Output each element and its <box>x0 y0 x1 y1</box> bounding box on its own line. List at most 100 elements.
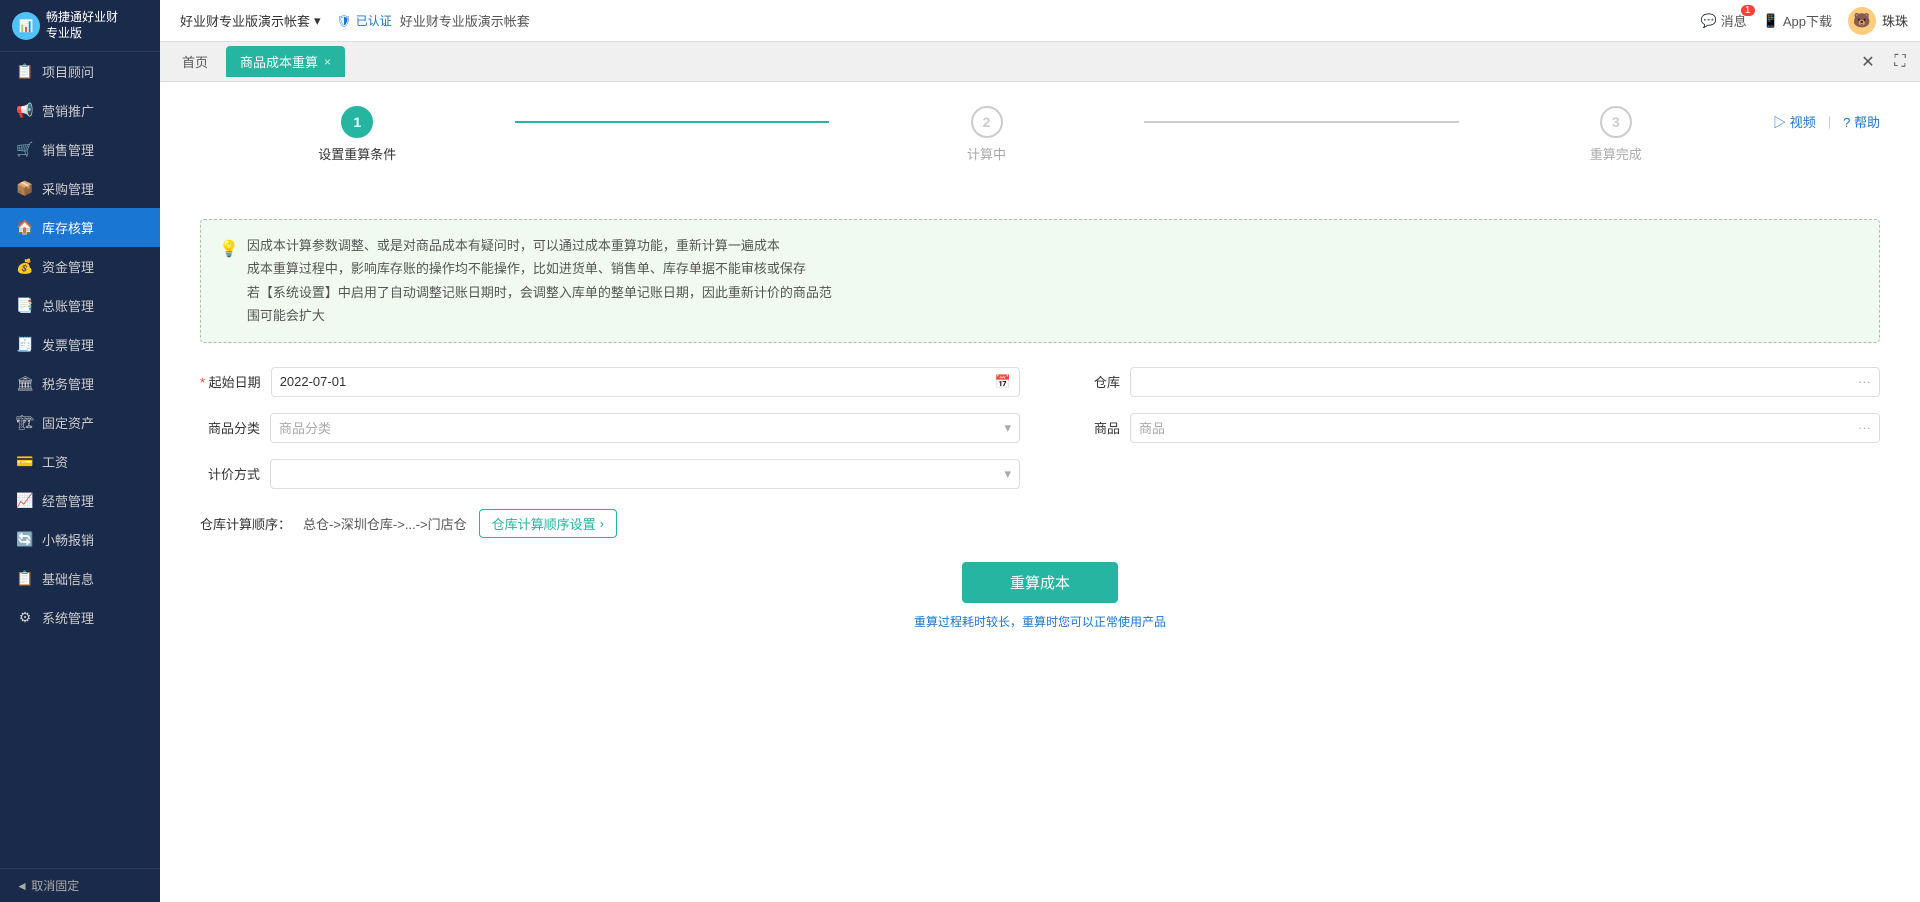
sidebar-item-expense[interactable]: 🔄 小畅报销 <box>0 520 160 559</box>
logo-icon: 📊 <box>12 12 40 40</box>
video-link[interactable]: ▷ 视频 <box>1773 112 1816 131</box>
calendar-icon[interactable]: 📅 <box>995 374 1011 390</box>
sidebar-item-marketing[interactable]: 📢 营销推广 <box>0 91 160 130</box>
goods-row: 商品 商品 ··· <box>1060 413 1880 443</box>
tab-home[interactable]: 首页 <box>168 46 222 77</box>
sidebar-pin-toggle[interactable]: ◄ 取消固定 <box>0 868 160 902</box>
topbar-right: 💬 消息 1 📱 App下载 🐻 珠珠 <box>1700 7 1908 35</box>
sidebar-item-finance[interactable]: 💰 资金管理 <box>0 247 160 286</box>
info-text: 因成本计算参数调整、或是对商品成本有疑问时，可以通过成本重算功能，重新计算一遍成… <box>247 234 832 328</box>
warehouse-row: 仓库 ··· <box>1060 367 1880 397</box>
ellipsis-icon: ··· <box>1858 420 1871 435</box>
message-badge: 1 <box>1741 5 1755 16</box>
steps: 1 设置重算条件 2 计算中 3 重算 <box>200 106 1773 163</box>
calc-order-settings-button[interactable]: 仓库计算顺序设置 › <box>479 509 617 538</box>
ellipsis-icon: ··· <box>1858 374 1871 389</box>
tabbar: 首页 商品成本重算 × ✕ ⛶ <box>160 42 1920 82</box>
message-icon: 💬 <box>1700 13 1716 29</box>
logo-text: 畅捷通好业财 专业版 <box>46 10 118 41</box>
info-box: 💡 因成本计算参数调整、或是对商品成本有疑问时，可以通过成本重算功能，重新计算一… <box>200 219 1880 343</box>
sidebar-item-basic[interactable]: 📋 基础信息 <box>0 559 160 598</box>
inventory-icon: 🏠 <box>16 219 34 237</box>
steps-actions: ▷ 视频 | ? 帮助 <box>1773 106 1880 131</box>
category-label: 商品分类 <box>200 418 260 437</box>
app-download-button[interactable]: 📱 App下载 <box>1763 11 1832 30</box>
salary-icon: 💳 <box>16 453 34 471</box>
step-line-1 <box>515 121 830 123</box>
sidebar-item-accounting[interactable]: 📑 总账管理 <box>0 286 160 325</box>
sidebar-item-assets[interactable]: 🏗 固定资产 <box>0 403 160 442</box>
phone-icon: 📱 <box>1763 13 1779 29</box>
tab-close-icon[interactable]: × <box>324 55 331 69</box>
step-3: 3 重算完成 <box>1459 106 1774 163</box>
operations-icon: 📈 <box>16 492 34 510</box>
tabbar-right: ✕ ⛶ <box>1856 50 1912 74</box>
step-3-circle: 3 <box>1600 106 1632 138</box>
account-select[interactable]: 好业财专业版演示帐套 ▾ <box>172 7 329 34</box>
goods-label: 商品 <box>1060 418 1120 437</box>
start-date-input[interactable]: 📅 <box>271 367 1020 397</box>
sidebar-item-invoice[interactable]: 🧾 发票管理 <box>0 325 160 364</box>
user-menu[interactable]: 🐻 珠珠 <box>1848 7 1908 35</box>
basic-icon: 📋 <box>16 570 34 588</box>
step-1-circle: 1 <box>341 106 373 138</box>
price-method-row: 计价方式 ▾ <box>200 459 1020 489</box>
start-date-row: 起始日期 📅 <box>200 367 1020 397</box>
warehouse-input[interactable]: ··· <box>1130 367 1880 397</box>
recalc-tip: 重算过程耗时较长，重算时您可以正常使用产品 <box>200 613 1880 630</box>
warning-icon: 💡 <box>219 236 239 328</box>
goods-input[interactable]: 商品 ··· <box>1130 413 1880 443</box>
step-3-label: 重算完成 <box>1590 144 1642 163</box>
step-1: 1 设置重算条件 <box>200 106 515 163</box>
verified-badge: 🛡 已认证 <box>337 12 392 29</box>
arrow-right-icon: › <box>600 516 604 531</box>
start-date-label: 起始日期 <box>200 372 261 391</box>
step-2-circle: 2 <box>971 106 1003 138</box>
marketing-icon: 📢 <box>16 102 34 120</box>
maximize-window-button[interactable]: ⛶ <box>1888 50 1912 74</box>
sales-icon: 🛒 <box>16 141 34 159</box>
invoice-icon: 🧾 <box>16 336 34 354</box>
accounting-icon: 📑 <box>16 297 34 315</box>
steps-container: 1 设置重算条件 2 计算中 3 重算 <box>200 106 1880 191</box>
sidebar-item-project[interactable]: 📋 项目顾问 <box>0 52 160 91</box>
account-name-display: 好业财专业版演示帐套 <box>400 11 530 30</box>
calc-order-row: 仓库计算顺序： 总仓->深圳仓库->...->门店仓 仓库计算顺序设置 › <box>200 509 1880 538</box>
sidebar-item-inventory[interactable]: 🏠 库存核算 <box>0 208 160 247</box>
tab-recalc[interactable]: 商品成本重算 × <box>226 46 345 77</box>
shield-icon: 🛡 <box>337 14 352 28</box>
help-link[interactable]: ? 帮助 <box>1843 112 1880 131</box>
step-line-2 <box>1144 121 1459 123</box>
sidebar: 📊 畅捷通好业财 专业版 📋 项目顾问 📢 营销推广 🛒 销售管理 📦 采购管理… <box>0 0 160 902</box>
close-window-button[interactable]: ✕ <box>1856 50 1880 74</box>
sidebar-item-sales[interactable]: 🛒 销售管理 <box>0 130 160 169</box>
sidebar-item-tax[interactable]: 🏛 税务管理 <box>0 364 160 403</box>
start-date-field[interactable] <box>280 374 989 389</box>
warehouse-label: 仓库 <box>1060 372 1120 391</box>
project-icon: 📋 <box>16 63 34 81</box>
price-method-select[interactable]: ▾ <box>270 459 1020 489</box>
chevron-down-icon: ▾ <box>1004 466 1011 482</box>
step-2: 2 计算中 <box>829 106 1144 163</box>
sidebar-item-operations[interactable]: 📈 经营管理 <box>0 481 160 520</box>
sidebar-logo: 📊 畅捷通好业财 专业版 <box>0 0 160 52</box>
sidebar-item-purchase[interactable]: 📦 采购管理 <box>0 169 160 208</box>
sidebar-item-salary[interactable]: 💳 工资 <box>0 442 160 481</box>
tax-icon: 🏛 <box>16 375 34 393</box>
main-content: 好业财专业版演示帐套 ▾ 🛡 已认证 好业财专业版演示帐套 💬 消息 1 📱 A… <box>160 0 1920 902</box>
system-icon: ⚙ <box>16 609 34 627</box>
finance-icon: 💰 <box>16 258 34 276</box>
category-select[interactable]: 商品分类 ▾ <box>270 413 1020 443</box>
message-button[interactable]: 💬 消息 1 <box>1700 11 1746 30</box>
recalc-button[interactable]: 重算成本 <box>962 562 1118 603</box>
expense-icon: 🔄 <box>16 531 34 549</box>
chevron-down-icon: ▾ <box>1004 420 1011 436</box>
step-2-label: 计算中 <box>967 144 1006 163</box>
sidebar-item-system[interactable]: ⚙ 系统管理 <box>0 598 160 637</box>
chevron-down-icon: ▾ <box>314 13 321 29</box>
purchase-icon: 📦 <box>16 180 34 198</box>
price-method-label: 计价方式 <box>200 464 260 483</box>
form-fields: 起始日期 📅 仓库 ··· 商品分类 商品分类 ▾ <box>200 367 1880 489</box>
page-content: 1 设置重算条件 2 计算中 3 重算 <box>160 82 1920 902</box>
avatar: 🐻 <box>1848 7 1876 35</box>
